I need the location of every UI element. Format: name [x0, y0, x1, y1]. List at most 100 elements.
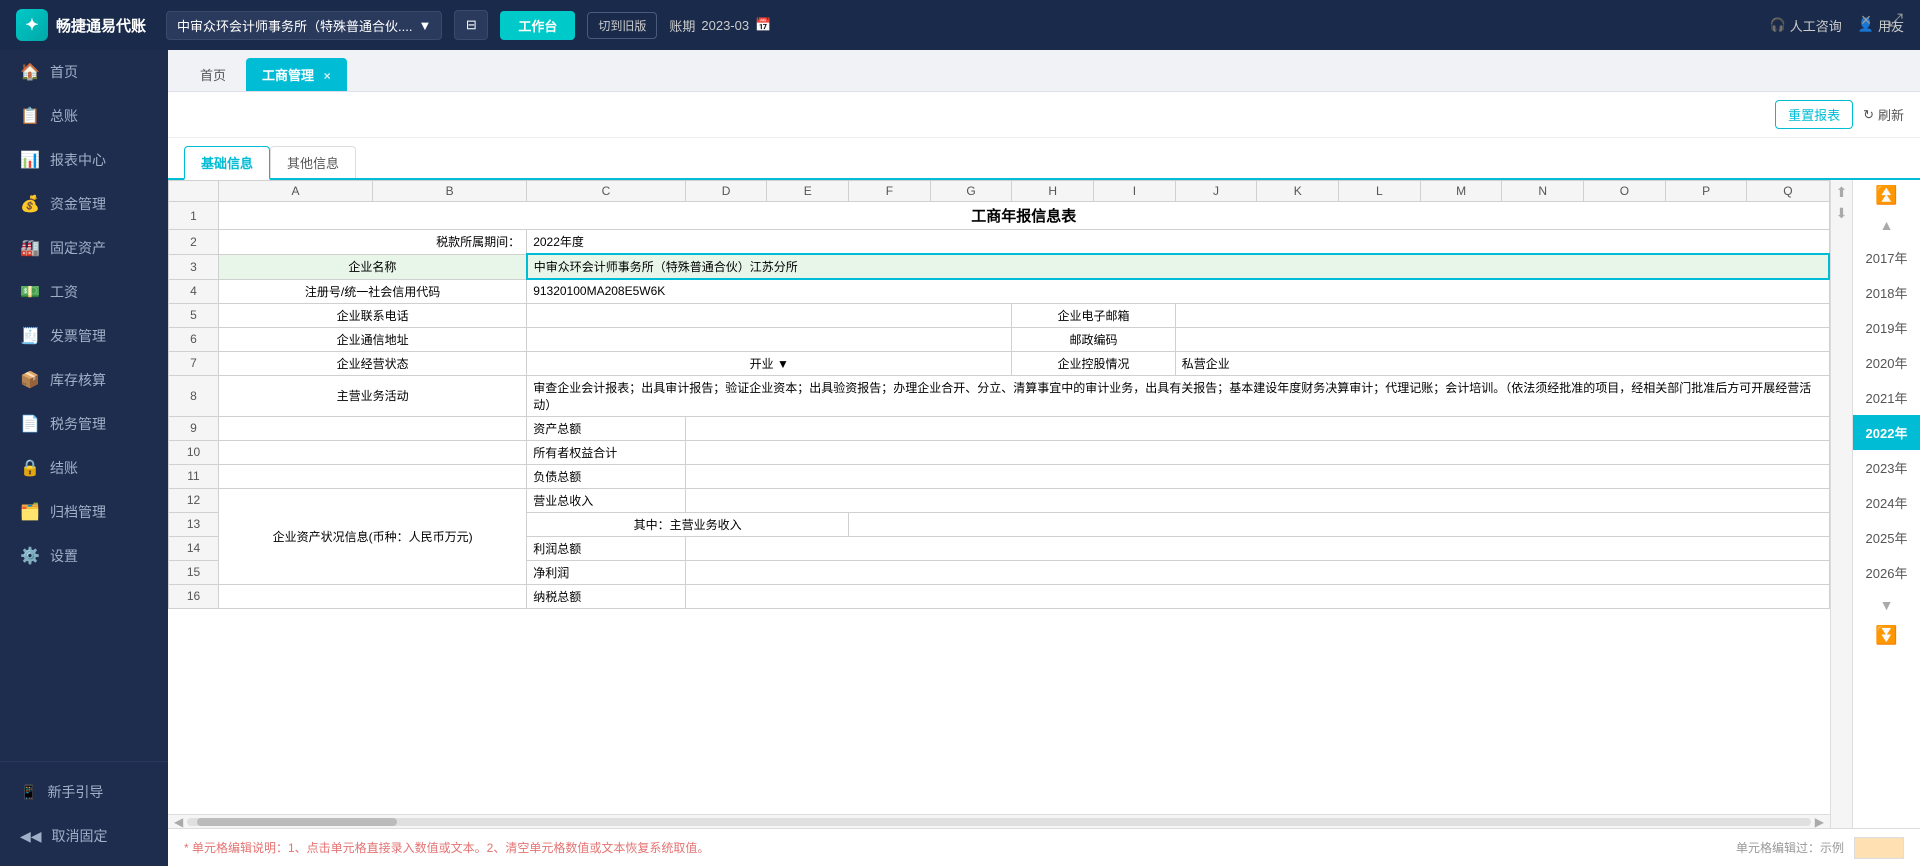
consult-button[interactable]: 🎧 人工咨询	[1770, 16, 1842, 35]
year-panel-down[interactable]: ▼	[1853, 590, 1920, 620]
collapse-down-icon[interactable]: ⬇	[1836, 205, 1848, 222]
year-panel-down-double[interactable]: ⏬	[1853, 620, 1920, 650]
col-header-F[interactable]: F	[849, 181, 931, 202]
year-item-2023[interactable]: 2023年	[1853, 450, 1920, 485]
year-item-2020[interactable]: 2020年	[1853, 345, 1920, 380]
cell-16-val[interactable]	[685, 584, 1829, 608]
company-selector[interactable]: 中审众环会计师事务所（特殊普通合伙.... ▼	[166, 11, 442, 40]
col-header-L[interactable]: L	[1339, 181, 1421, 202]
sidebar-item-invoice[interactable]: 🧾 发票管理	[0, 314, 168, 358]
col-header-D[interactable]: D	[685, 181, 767, 202]
cell-7-status[interactable]: 开业 ▼	[527, 351, 1012, 375]
cell-6-label[interactable]: 企业通信地址	[219, 327, 527, 351]
cell-10-label[interactable]: 所有者权益合计	[527, 440, 686, 464]
sidebar-item-wages[interactable]: 💵 工资	[0, 270, 168, 314]
tab-close-icon[interactable]: ×	[324, 69, 331, 83]
col-header-J[interactable]: J	[1175, 181, 1257, 202]
cell-12-label[interactable]: 企业资产状况信息(币种：人民币万元)	[219, 488, 527, 584]
cell-6-val1[interactable]	[527, 327, 1012, 351]
cell-9-val[interactable]	[685, 416, 1829, 440]
sidebar-item-home[interactable]: 🏠 首页	[0, 50, 168, 94]
sidebar-item-tax[interactable]: 📄 税务管理	[0, 402, 168, 446]
cell-4-value[interactable]: 91320100MA208E5W6K	[527, 279, 1829, 303]
cell-7-holding-val[interactable]: 私营企业	[1175, 351, 1829, 375]
sidebar-item-archive[interactable]: 🗂️ 归档管理	[0, 490, 168, 534]
sidebar-item-assets[interactable]: 🏭 固定资产	[0, 226, 168, 270]
scroll-track[interactable]	[187, 818, 1811, 826]
cell-9-label[interactable]: 资产总额	[527, 416, 686, 440]
cell-14-val[interactable]	[685, 536, 1829, 560]
year-panel-up-double[interactable]: ⏫	[1853, 180, 1920, 210]
sub-tab-other[interactable]: 其他信息	[270, 146, 356, 178]
scroll-right-icon[interactable]: ▶	[1811, 815, 1828, 829]
year-item-2017[interactable]: 2017年	[1853, 240, 1920, 275]
sidebar-item-general[interactable]: 📋 总账	[0, 94, 168, 138]
cell-5-val1[interactable]	[527, 303, 1012, 327]
workbench-button[interactable]: 工作台	[500, 11, 575, 40]
col-header-I[interactable]: I	[1094, 181, 1176, 202]
cell-13-val[interactable]	[849, 512, 1829, 536]
year-panel-up[interactable]: ▲	[1853, 210, 1920, 240]
sidebar-item-close[interactable]: 🔒 结账	[0, 446, 168, 490]
cell-6-zip-label[interactable]: 邮政编码	[1012, 327, 1175, 351]
sidebar-item-reports[interactable]: 📊 报表中心	[0, 138, 168, 182]
sidebar-item-funds[interactable]: 💰 资金管理	[0, 182, 168, 226]
reset-table-button[interactable]: 重置报表	[1775, 100, 1853, 129]
cell-6-zip-val[interactable]	[1175, 327, 1829, 351]
col-header-A[interactable]: A	[219, 181, 373, 202]
cell-2-val[interactable]: 2022年度	[527, 230, 1829, 255]
cell-8-label[interactable]: 主营业务活动	[219, 375, 527, 416]
old-version-button[interactable]: 切到旧版	[587, 12, 657, 39]
refresh-button[interactable]: ↻ 刷新	[1863, 105, 1904, 124]
cell-11-label[interactable]: 负债总额	[527, 464, 686, 488]
sub-tab-basic[interactable]: 基础信息	[184, 146, 270, 180]
cell-3-value[interactable]: 中审众环会计师事务所（特殊普通合伙）江苏分所	[527, 254, 1829, 279]
cell-13-sub-label[interactable]: 其中：主营业务收入	[527, 512, 849, 536]
year-item-2024[interactable]: 2024年	[1853, 485, 1920, 520]
cell-16-label[interactable]: 纳税总额	[527, 584, 686, 608]
col-header-G[interactable]: G	[930, 181, 1012, 202]
cell-8-value[interactable]: 审查企业会计报表；出具审计报告；验证企业资本；出具验资报告；办理企业合开、分立、…	[527, 375, 1829, 416]
col-header-E[interactable]: E	[767, 181, 849, 202]
cell-10-val[interactable]	[685, 440, 1829, 464]
col-header-C[interactable]: C	[527, 181, 686, 202]
scroll-left-icon[interactable]: ◀	[170, 815, 187, 829]
col-header-M[interactable]: M	[1420, 181, 1502, 202]
col-header-K[interactable]: K	[1257, 181, 1339, 202]
cell-12-val[interactable]	[685, 488, 1829, 512]
col-header-B[interactable]: B	[373, 181, 527, 202]
cell-10-a[interactable]	[219, 440, 527, 464]
cell-15-label[interactable]: 净利润	[527, 560, 686, 584]
spreadsheet-scroll[interactable]: A B C D E F G H I J	[168, 180, 1830, 814]
col-header-N[interactable]: N	[1502, 181, 1584, 202]
year-item-2022[interactable]: 2022年	[1853, 415, 1920, 450]
year-item-2021[interactable]: 2021年	[1853, 380, 1920, 415]
cell-2-AB[interactable]: 税款所属期间：	[219, 230, 527, 255]
col-header-P[interactable]: P	[1665, 181, 1747, 202]
new-guide-button[interactable]: 📱 新手引导	[0, 770, 168, 814]
cell-7-holding-label[interactable]: 企业控股情况	[1012, 351, 1175, 375]
horizontal-scrollbar[interactable]: ◀ ▶	[168, 814, 1830, 828]
unpin-button[interactable]: ◀◀ 取消固定	[0, 814, 168, 858]
cell-12-rev-label[interactable]: 营业总收入	[527, 488, 686, 512]
cell-11-a[interactable]	[219, 464, 527, 488]
tab-home[interactable]: 首页	[184, 58, 242, 91]
cell-11-val[interactable]	[685, 464, 1829, 488]
copy-icon-btn[interactable]: ⊟	[454, 10, 488, 40]
calendar-icon[interactable]: 📅	[755, 17, 771, 33]
col-header-Q[interactable]: Q	[1747, 181, 1829, 202]
cell-5-email-label[interactable]: 企业电子邮箱	[1012, 303, 1175, 327]
collapse-up-icon[interactable]: ⬆	[1836, 184, 1848, 201]
sidebar-item-inventory[interactable]: 📦 库存核算	[0, 358, 168, 402]
tab-biz[interactable]: 工商管理 ×	[246, 58, 347, 91]
cell-5-label[interactable]: 企业联系电话	[219, 303, 527, 327]
cell-15-val[interactable]	[685, 560, 1829, 584]
year-item-2025[interactable]: 2025年	[1853, 520, 1920, 555]
cell-16-a[interactable]	[219, 584, 527, 608]
year-item-2018[interactable]: 2018年	[1853, 275, 1920, 310]
col-header-O[interactable]: O	[1584, 181, 1666, 202]
cell-3-label[interactable]: 企业名称	[219, 254, 527, 279]
cell-9-a[interactable]	[219, 416, 527, 440]
title-cell[interactable]: 工商年报信息表	[219, 202, 1830, 230]
sidebar-item-settings[interactable]: ⚙️ 设置	[0, 534, 168, 578]
